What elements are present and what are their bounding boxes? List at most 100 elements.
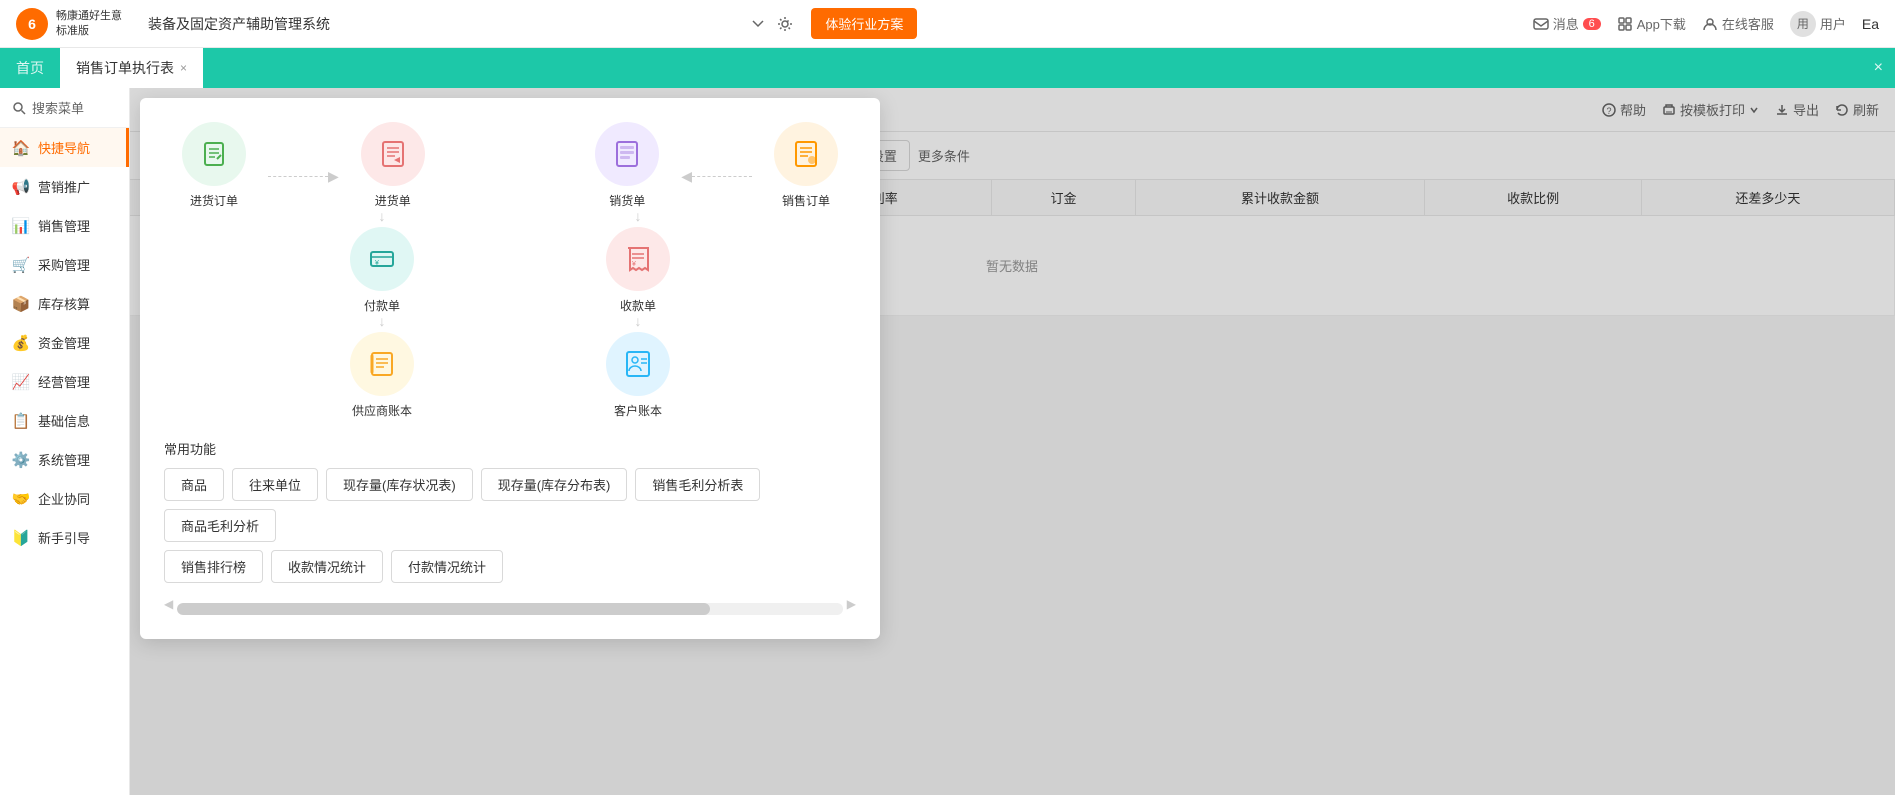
inventory-icon: 📦 <box>12 295 30 313</box>
logo-area: 6 畅康通好生意 标准版 <box>16 8 136 40</box>
sidebar-item-operations-label: 经营管理 <box>38 372 90 391</box>
sidebar-item-sales-label: 销售管理 <box>38 216 90 235</box>
home-icon: 🏠 <box>12 139 30 157</box>
sidebar: 搜索菜单 🏠 快捷导航 📢 营销推广 📊 销售管理 🛒 采购管理 📦 库存核算 … <box>0 88 130 795</box>
experience-button[interactable]: 体验行业方案 <box>811 8 917 39</box>
func-btn-sales-rank[interactable]: 销售排行榜 <box>164 550 263 583</box>
sidebar-item-system[interactable]: ⚙️ 系统管理 <box>0 440 129 479</box>
flow-node-sales-order[interactable]: 销售订单 <box>756 122 856 209</box>
popup-scrollbar-area: ◀ ▶ <box>164 593 856 615</box>
extra-label: Ea <box>1862 16 1879 32</box>
flow-row-1: 进货订单 ▶ <box>164 122 856 209</box>
purchase-icon <box>378 139 408 169</box>
receipt-label: 收款单 <box>620 297 656 314</box>
tab-home[interactable]: 首页 <box>0 48 60 88</box>
sidebar-item-purchase[interactable]: 🛒 采购管理 <box>0 245 129 284</box>
overlay[interactable]: 进货订单 ▶ <box>130 88 1895 795</box>
sidebar-item-marketing-label: 营销推广 <box>38 177 90 196</box>
sidebar-item-quick-nav[interactable]: 🏠 快捷导航 <box>0 128 129 167</box>
flow-node-supplier-ledger[interactable]: 供应商账本 <box>332 332 432 419</box>
flow-node-receipt[interactable]: ¥ 收款单 <box>588 227 688 314</box>
func-btn-product[interactable]: 商品 <box>164 468 224 501</box>
flow-arrows-row2: ↓ ↓ <box>164 209 856 223</box>
header-right: 消息 6 App下载 在线客服 用 用户 Ea <box>1533 11 1879 37</box>
scroll-right-icon[interactable]: ▶ <box>847 597 856 611</box>
sales-icon <box>612 139 642 169</box>
tab-close-icon[interactable]: × <box>180 61 187 75</box>
sidebar-item-finance[interactable]: 💰 资金管理 <box>0 323 129 362</box>
tab-sales-order-label: 销售订单执行表 <box>76 58 174 78</box>
close-all-tabs-button[interactable]: × <box>1874 59 1883 77</box>
guide-icon: 🔰 <box>12 529 30 547</box>
tab-sales-order[interactable]: 销售订单执行表 × <box>60 48 203 88</box>
svg-text:¥: ¥ <box>375 260 379 267</box>
logo-text: 畅康通好生意 标准版 <box>56 9 122 38</box>
sidebar-item-enterprise-label: 企业协同 <box>38 489 90 508</box>
dropdown-icon[interactable] <box>751 17 765 31</box>
payment-label: 付款单 <box>364 297 400 314</box>
purchase-label: 进货单 <box>375 192 411 209</box>
enterprise-icon: 🤝 <box>12 490 30 508</box>
func-btn-counterpart[interactable]: 往来单位 <box>232 468 318 501</box>
sidebar-item-guide[interactable]: 🔰 新手引导 <box>0 518 129 557</box>
func-btn-stock-status[interactable]: 现存量(库存状况表) <box>326 468 473 501</box>
marketing-icon: 📢 <box>12 178 30 196</box>
receipt-circle: ¥ <box>606 227 670 291</box>
sidebar-item-basic-info-label: 基础信息 <box>38 411 90 430</box>
customer-ledger-icon <box>623 349 653 379</box>
sidebar-item-quick-nav-label: 快捷导航 <box>38 138 90 157</box>
flow-row-3: 供应商账本 <box>164 332 856 419</box>
system-icon: ⚙️ <box>12 451 30 469</box>
func-btns-row2: 销售排行榜 收款情况统计 付款情况统计 <box>164 550 856 583</box>
sidebar-item-inventory[interactable]: 📦 库存核算 <box>0 284 129 323</box>
common-functions: 常用功能 商品 往来单位 现存量(库存状况表) 现存量(库存分布表) 销售毛利分… <box>164 439 856 583</box>
flow-node-sales[interactable]: 销货单 <box>577 122 677 209</box>
sidebar-item-operations[interactable]: 📈 经营管理 <box>0 362 129 401</box>
supplier-ledger-icon <box>367 349 397 379</box>
func-btn-receipt-stats[interactable]: 收款情况统计 <box>271 550 383 583</box>
sidebar-item-system-label: 系统管理 <box>38 450 90 469</box>
online-service-button[interactable]: 在线客服 <box>1702 14 1774 33</box>
user-button[interactable]: 用 用户 <box>1790 11 1846 37</box>
user-name-label: 用户 <box>1820 14 1846 33</box>
sidebar-item-purchase-label: 采购管理 <box>38 255 90 274</box>
sidebar-item-guide-label: 新手引导 <box>38 528 90 547</box>
flow-node-payment[interactable]: ¥ 付款单 <box>332 227 432 314</box>
message-icon <box>1533 16 1549 32</box>
search-icon <box>12 101 26 115</box>
common-title: 常用功能 <box>164 439 856 458</box>
func-btn-sales-profit[interactable]: 销售毛利分析表 <box>635 468 760 501</box>
svg-text:¥: ¥ <box>632 261 636 268</box>
sales-label: 销货单 <box>609 192 645 209</box>
func-btn-product-profit[interactable]: 商品毛利分析 <box>164 509 276 542</box>
func-btns-row1: 商品 往来单位 现存量(库存状况表) 现存量(库存分布表) 销售毛利分析表 商品… <box>164 468 856 542</box>
purchase-order-circle <box>182 122 246 186</box>
flow-node-purchase-order[interactable]: 进货订单 <box>164 122 264 209</box>
func-btn-payment-stats[interactable]: 付款情况统计 <box>391 550 503 583</box>
app-download-button[interactable]: App下载 <box>1617 14 1686 33</box>
message-button[interactable]: 消息 6 <box>1533 14 1601 33</box>
finance-icon: 💰 <box>12 334 30 352</box>
scroll-left-icon[interactable]: ◀ <box>164 597 173 611</box>
flow-node-purchase[interactable]: 进货单 <box>343 122 443 209</box>
gear-icon <box>777 16 793 32</box>
sidebar-item-enterprise[interactable]: 🤝 企业协同 <box>0 479 129 518</box>
receipt-icon: ¥ <box>623 244 653 274</box>
func-btn-stock-dist[interactable]: 现存量(库存分布表) <box>481 468 628 501</box>
sidebar-item-marketing[interactable]: 📢 营销推广 <box>0 167 129 206</box>
flow-node-customer-ledger[interactable]: 客户账本 <box>588 332 688 419</box>
sidebar-item-sales[interactable]: 📊 销售管理 <box>0 206 129 245</box>
message-label: 消息 <box>1553 14 1579 33</box>
popup-scrollbar[interactable] <box>177 603 843 615</box>
customer-ledger-circle <box>606 332 670 396</box>
avatar: 用 <box>1790 11 1816 37</box>
settings-button[interactable] <box>771 10 799 38</box>
nav-tabs: 首页 销售订单执行表 × × <box>0 48 1895 88</box>
sidebar-item-basic-info[interactable]: 📋 基础信息 <box>0 401 129 440</box>
search-menu-button[interactable]: 搜索菜单 <box>0 88 129 128</box>
flow-row-2: ¥ 付款单 <box>164 227 856 314</box>
purchase-icon: 🛒 <box>12 256 30 274</box>
app-download-label: App下载 <box>1637 14 1686 33</box>
supplier-ledger-label: 供应商账本 <box>352 402 412 419</box>
logo-icon: 6 <box>16 8 48 40</box>
